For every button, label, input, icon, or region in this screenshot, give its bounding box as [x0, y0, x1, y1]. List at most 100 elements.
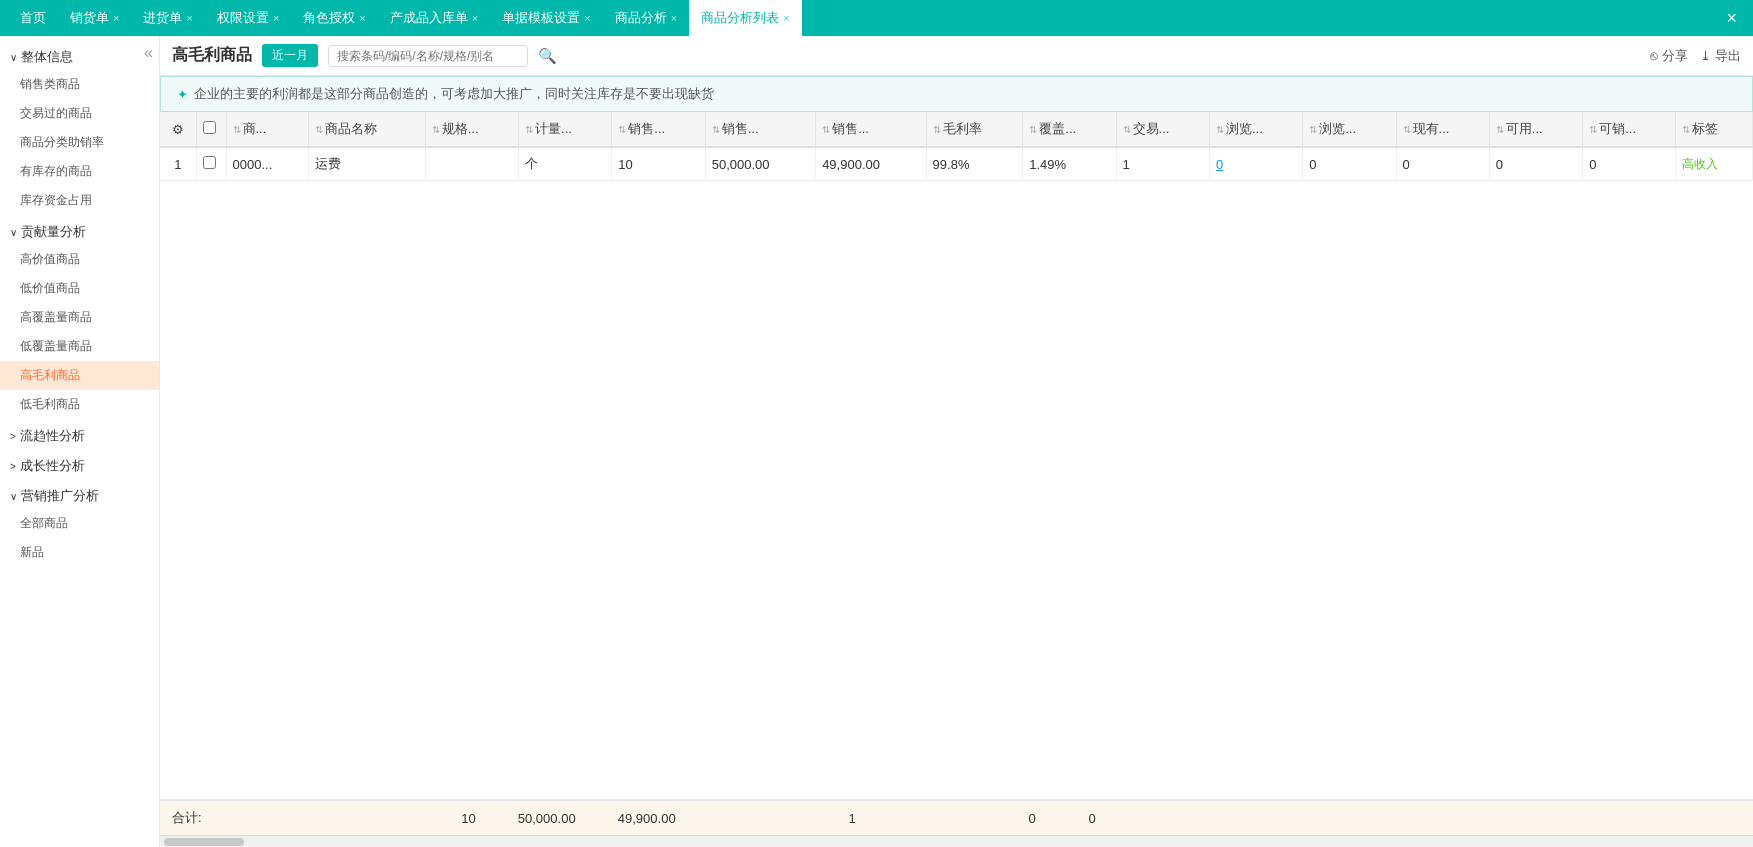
col-label: 浏览...: [1226, 121, 1263, 136]
col-header-5[interactable]: ⇅计量...: [519, 112, 612, 147]
col-header-7[interactable]: ⇅销售...: [705, 112, 815, 147]
col-header-2[interactable]: ⇅商...: [226, 112, 308, 147]
col-header-11[interactable]: ⇅交易...: [1116, 112, 1209, 147]
nav-tab-close[interactable]: ×: [472, 12, 478, 24]
tag-badge: 高收入: [1682, 157, 1718, 171]
table-row: 10000...运费个1050,000.0049,900.0099.8%1.49…: [160, 147, 1753, 181]
nav-tab-close[interactable]: ×: [359, 12, 365, 24]
sidebar-collapse-button[interactable]: «: [144, 44, 153, 62]
share-button[interactable]: ⎋ 分享: [1650, 47, 1688, 65]
col-header-4[interactable]: ⇅规格...: [425, 112, 518, 147]
nav-tab-首页[interactable]: 首页: [8, 0, 58, 36]
row-checkbox[interactable]: [203, 156, 216, 169]
group-label: 整体信息: [21, 48, 73, 66]
col-header-15[interactable]: ⇅可用...: [1489, 112, 1582, 147]
search-input[interactable]: [328, 45, 528, 67]
table-cell-0: 1: [160, 147, 196, 181]
filter-month-button[interactable]: 近一月: [262, 44, 318, 67]
nav-tab-角色授权[interactable]: 角色授权×: [291, 0, 377, 36]
nav-tab-close[interactable]: ×: [186, 12, 192, 24]
sidebar-group-流趋性分析[interactable]: >流趋性分析: [0, 419, 159, 449]
search-button[interactable]: 🔍: [538, 47, 557, 65]
nav-tab-label: 销货单: [70, 9, 109, 27]
nav-tab-close[interactable]: ×: [584, 12, 590, 24]
nav-tab-产成品入库单[interactable]: 产成品入库单 ×: [378, 0, 490, 36]
col-header-13[interactable]: ⇅浏览...: [1303, 112, 1396, 147]
top-nav: 首页销货单×进货单×权限设置×角色授权×产成品入库单×单据模板设置×商品分析×商…: [0, 0, 1753, 36]
nav-tab-close[interactable]: ×: [671, 12, 677, 24]
table-cell-11: 1: [1116, 147, 1209, 181]
sidebar-item-高覆盖量商品[interactable]: 高覆盖量商品: [0, 303, 159, 332]
sidebar-group-贡献量分析[interactable]: ∨贡献量分析: [0, 215, 159, 245]
select-all-checkbox[interactable]: [203, 121, 216, 134]
table-cell-6: 10: [612, 147, 705, 181]
sidebar-item-低毛利商品[interactable]: 低毛利商品: [0, 390, 159, 419]
col-header-14[interactable]: ⇅现有...: [1396, 112, 1489, 147]
table-cell-2: 0000...: [226, 147, 308, 181]
col-label: 覆盖...: [1039, 121, 1076, 136]
col-label: 交易...: [1133, 121, 1170, 136]
settings-icon[interactable]: ⚙: [172, 122, 184, 137]
col-header-8[interactable]: ⇅销售...: [816, 112, 926, 147]
col-label: 毛利率: [943, 121, 982, 136]
link-value[interactable]: 0: [1216, 157, 1223, 172]
col-header-6[interactable]: ⇅销售...: [612, 112, 705, 147]
col-header-10[interactable]: ⇅覆盖...: [1023, 112, 1116, 147]
nav-tab-销货单[interactable]: 销货单 ×: [58, 0, 131, 36]
group-label: 流趋性分析: [20, 427, 85, 445]
scroll-thumb[interactable]: [164, 838, 244, 846]
footer-cell-5: 1: [802, 811, 862, 826]
col-header-16[interactable]: ⇅可销...: [1583, 112, 1676, 147]
nav-tab-label: 单据模板设置: [502, 9, 580, 27]
sidebar-item-新品[interactable]: 新品: [0, 538, 159, 567]
nav-tab-label: 权限设置: [217, 9, 269, 27]
info-tip: ✦ 企业的主要的利润都是这部分商品创造的，可考虑加大推广，同时关注库存是不要出现…: [160, 76, 1753, 112]
sidebar-item-全部商品[interactable]: 全部商品: [0, 509, 159, 538]
col-header-17[interactable]: ⇅标签: [1676, 112, 1753, 147]
header-actions: ⎋ 分享 ⤓ 导出: [1650, 47, 1741, 65]
sidebar-item-低覆盖量商品[interactable]: 低覆盖量商品: [0, 332, 159, 361]
sidebar-item-低价值商品[interactable]: 低价值商品: [0, 274, 159, 303]
nav-tab-权限设置[interactable]: 权限设置 ×: [205, 0, 291, 36]
sidebar-item-库存资金占用[interactable]: 库存资金占用: [0, 186, 159, 215]
horizontal-scrollbar[interactable]: [160, 835, 1753, 847]
sidebar-item-销售类商品[interactable]: 销售类商品: [0, 70, 159, 99]
close-all-button[interactable]: ×: [1718, 8, 1745, 29]
sidebar-item-商品分类助销率[interactable]: 商品分类助销率: [0, 128, 159, 157]
table-cell-16: 0: [1583, 147, 1676, 181]
sidebar-group-成长性分析[interactable]: >成长性分析: [0, 449, 159, 479]
sidebar-item-交易过的商品[interactable]: 交易过的商品: [0, 99, 159, 128]
nav-tab-商品分析列表[interactable]: 商品分析列表 ×: [689, 0, 801, 36]
export-button[interactable]: ⤓ 导出: [1700, 47, 1741, 65]
group-arrow-icon: ∨: [10, 227, 17, 238]
sidebar-item-有库存的商品[interactable]: 有库存的商品: [0, 157, 159, 186]
nav-tab-close[interactable]: ×: [783, 12, 789, 24]
nav-tab-close[interactable]: ×: [113, 12, 119, 24]
col-header-3[interactable]: ⇅商品名称: [308, 112, 425, 147]
nav-tab-商品分析[interactable]: 商品分析 ×: [603, 0, 689, 36]
nav-tab-label: 首页: [20, 9, 46, 27]
nav-tab-label: 产成品入库单: [390, 9, 468, 27]
col-header-0[interactable]: ⚙: [160, 112, 196, 147]
nav-tab-单据模板设置[interactable]: 单据模板设置 ×: [490, 0, 602, 36]
data-table: ⚙⇅商...⇅商品名称⇅规格...⇅计量...⇅销售...⇅销售...⇅销售..…: [160, 112, 1753, 181]
nav-tab-进货单[interactable]: 进货单×: [131, 0, 204, 36]
nav-tab-close[interactable]: ×: [273, 12, 279, 24]
sidebar-item-高毛利商品[interactable]: 高毛利商品: [0, 361, 159, 390]
nav-tab-label: 商品分析: [615, 9, 667, 27]
col-label: 浏览...: [1319, 121, 1356, 136]
col-label: 销售...: [722, 121, 759, 136]
col-label: 标签: [1692, 121, 1718, 136]
col-label: 商...: [243, 121, 267, 136]
sidebar-group-整体信息[interactable]: ∨整体信息: [0, 40, 159, 70]
sidebar-item-高价值商品[interactable]: 高价值商品: [0, 245, 159, 274]
table-cell-7: 50,000.00: [705, 147, 815, 181]
col-header-9[interactable]: ⇅毛利率: [926, 112, 1023, 147]
col-header-12[interactable]: ⇅浏览...: [1209, 112, 1302, 147]
table-cell-12[interactable]: 0: [1209, 147, 1302, 181]
nav-tab-label: 商品分析列表: [701, 9, 779, 27]
page-title: 高毛利商品: [172, 45, 252, 66]
col-header-1[interactable]: [196, 112, 226, 147]
table-cell-1[interactable]: [196, 147, 226, 181]
sidebar-group-营销推广分析[interactable]: ∨营销推广分析: [0, 479, 159, 509]
